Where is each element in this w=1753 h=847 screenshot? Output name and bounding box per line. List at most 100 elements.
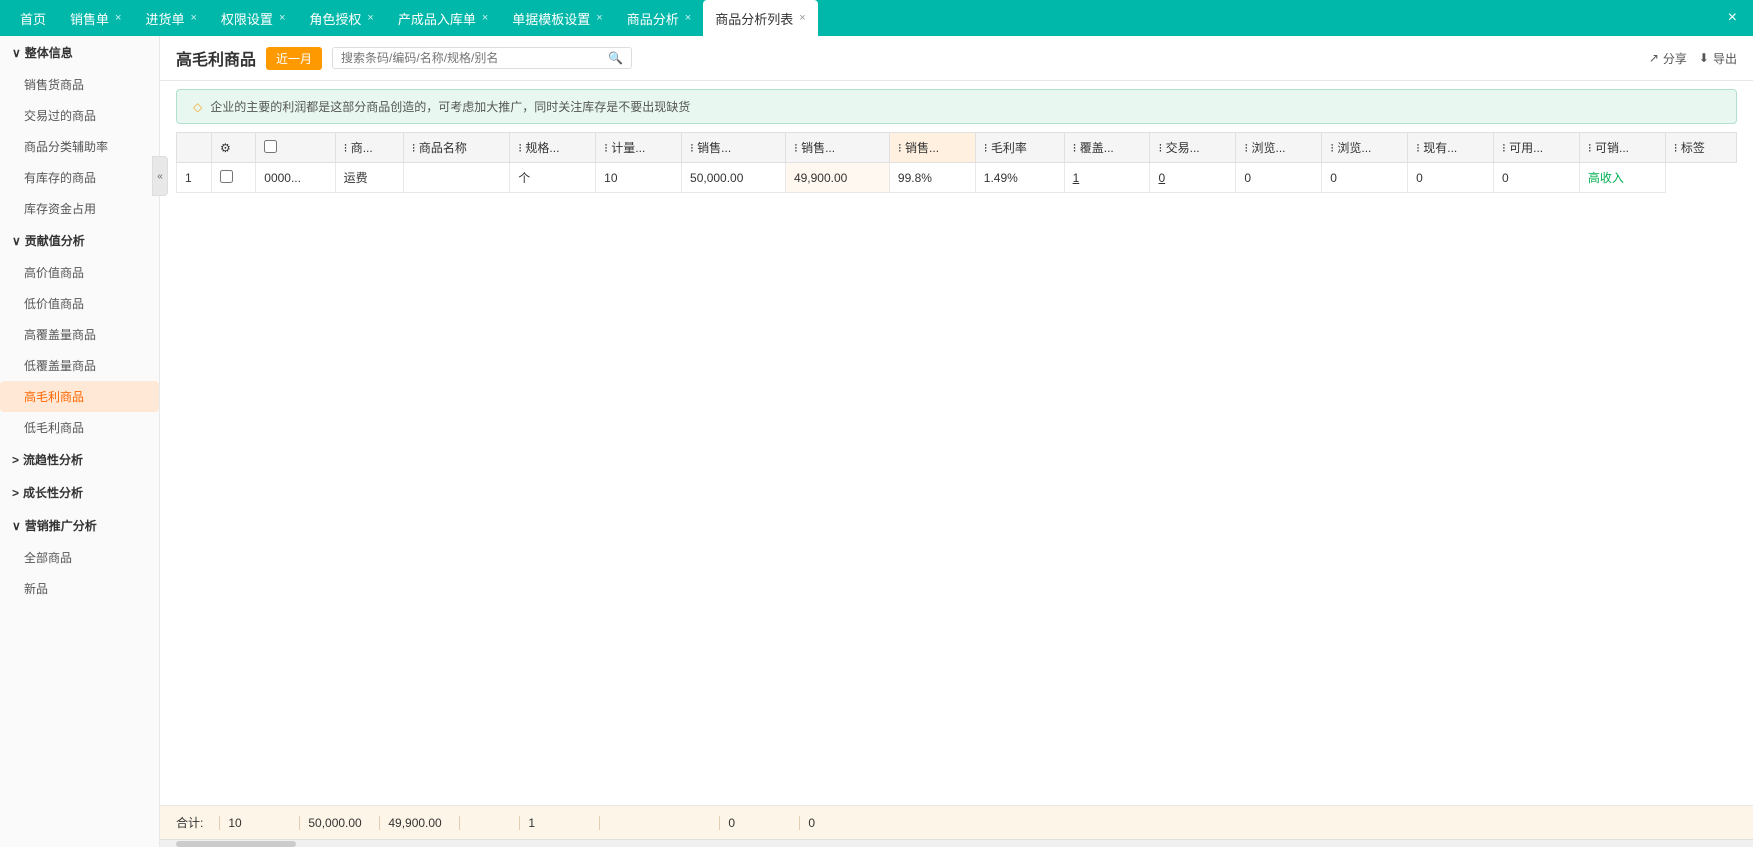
search-input[interactable]	[341, 51, 608, 65]
sidebar-group-label-trend: 流趋性分析	[23, 451, 83, 468]
sidebar-item-analysis-assist[interactable]: 商品分类辅助率	[0, 131, 159, 162]
sidebar-group-overall[interactable]: ∨整体信息	[0, 36, 159, 69]
nav-tab-permission[interactable]: 权限设置×	[209, 0, 297, 36]
data-table-container: ⚙⁝ 商...⁝ 商品名称⁝ 规格...⁝ 计量...⁝ 销售...⁝ 销售..…	[176, 132, 1737, 805]
close-tab-import-button[interactable]: ×	[190, 12, 196, 24]
footer-spacer2	[599, 816, 719, 830]
sidebar-item-traded-goods[interactable]: 交易过的商品	[0, 100, 159, 131]
footer-totals: 合计: 10 50,000.00 49,900.00 1 0 0	[160, 805, 1753, 839]
col-header-coverage[interactable]: ⁝ 覆盖...	[1064, 133, 1150, 163]
cell-transaction[interactable]: 1	[1064, 163, 1150, 193]
sidebar-item-high-value[interactable]: 高价值商品	[0, 257, 159, 288]
nav-tab-role[interactable]: 角色授权×	[297, 0, 385, 36]
footer-available-stock: 0	[799, 816, 879, 830]
cell-available_stock: 0	[1408, 163, 1494, 193]
footer-sales-qty: 10	[219, 816, 299, 830]
sidebar-item-low-value[interactable]: 低价值商品	[0, 288, 159, 319]
close-tab-product-import-button[interactable]: ×	[482, 12, 488, 24]
cell-unit: 个	[510, 163, 596, 193]
sidebar-item-high-margin[interactable]: 高毛利商品	[0, 381, 159, 412]
cell-margin_rate: 99.8%	[889, 163, 975, 193]
col-label-available_stock: ⁝ 可用...	[1502, 141, 1543, 155]
cell-name: 运费	[335, 163, 403, 193]
cell-sales_qty: 10	[596, 163, 682, 193]
footer-label: 合计:	[176, 814, 203, 831]
sidebar-item-new-goods[interactable]: 新品	[0, 573, 159, 604]
sidebar-group-label-overall: 整体信息	[25, 44, 73, 61]
search-icon[interactable]: 🔍	[608, 51, 623, 65]
col-header-sales_profit[interactable]: ⁝ 销售...	[889, 133, 975, 163]
sidebar-group-marketing[interactable]: ∨营销推广分析	[0, 509, 159, 542]
close-tab-template-button[interactable]: ×	[596, 12, 602, 24]
col-header-margin_rate[interactable]: ⁝ 毛利率	[975, 133, 1064, 163]
sidebar-item-low-freq[interactable]: 低覆盖量商品	[0, 350, 159, 381]
col-header-current_stock[interactable]: ⁝ 现有...	[1408, 133, 1494, 163]
row-checkbox[interactable]	[220, 170, 233, 183]
col-header-tag[interactable]: ⁝ 标签	[1665, 133, 1736, 163]
horizontal-scroll-thumb[interactable]	[176, 841, 296, 847]
top-navigation: 首页销售单×进货单×权限设置×角色授权×产成品入库单×单据模板设置×商品分析×商…	[0, 0, 1753, 36]
col-header-transaction[interactable]: ⁝ 交易...	[1150, 133, 1236, 163]
cell-browse2: 0	[1236, 163, 1322, 193]
cell-code: 0000...	[256, 163, 335, 193]
info-banner-text: 企业的主要的利润都是这部分商品创造的，可考虑加大推广，同时关注库存是不要出现缺货	[210, 98, 690, 115]
cell-checkbox[interactable]	[211, 163, 255, 193]
col-header-sales_amount[interactable]: ⁝ 销售...	[785, 133, 889, 163]
sidebar-group-trend[interactable]: >流趋性分析	[0, 443, 159, 476]
cell-link-transaction[interactable]: 1	[1073, 171, 1080, 185]
cell-browse1[interactable]: 0	[1150, 163, 1236, 193]
col-header-checkbox	[256, 133, 335, 163]
sidebar-item-all-goods[interactable]: 全部商品	[0, 542, 159, 573]
sidebar-item-inventory-capital[interactable]: 库存资金占用	[0, 193, 159, 224]
close-tab-analysis-button[interactable]: ×	[685, 12, 691, 24]
share-button[interactable]: ↗ 分享	[1649, 50, 1687, 67]
col-header-code[interactable]: ⁝ 商...	[335, 133, 403, 163]
nav-tab-home[interactable]: 首页	[8, 0, 58, 36]
arrow-icon-financial: ∨	[12, 234, 21, 248]
col-label-margin_rate: ⁝ 毛利率	[984, 141, 1027, 155]
col-header-unit[interactable]: ⁝ 计量...	[596, 133, 682, 163]
col-header-spec[interactable]: ⁝ 规格...	[510, 133, 596, 163]
nav-tab-sales[interactable]: 销售单×	[58, 0, 133, 36]
col-label-sales_profit: ⁝ 销售...	[898, 141, 939, 155]
sidebar-group-growth[interactable]: >成长性分析	[0, 476, 159, 509]
col-header-name[interactable]: ⁝ 商品名称	[403, 133, 510, 163]
close-all-tabs-button[interactable]: ×	[1720, 9, 1745, 27]
col-header-browse1[interactable]: ⁝ 浏览...	[1236, 133, 1322, 163]
nav-tab-product-import[interactable]: 产成品入库单×	[386, 0, 500, 36]
table-row: 10000...运费个1050,000.0049,900.0099.8%1.49…	[177, 163, 1737, 193]
col-header-saleable_stock[interactable]: ⁝ 可销...	[1579, 133, 1665, 163]
col-label-coverage: ⁝ 覆盖...	[1073, 141, 1114, 155]
nav-tab-analysis[interactable]: 商品分析×	[615, 0, 703, 36]
close-tab-permission-button[interactable]: ×	[279, 12, 285, 24]
cell-link-browse1[interactable]: 0	[1158, 171, 1165, 185]
export-button[interactable]: ⬇ 导出	[1699, 50, 1737, 67]
sidebar-item-sales-goods[interactable]: 销售货商品	[0, 69, 159, 100]
col-header-browse2[interactable]: ⁝ 浏览...	[1322, 133, 1408, 163]
col-header-available_stock[interactable]: ⁝ 可用...	[1493, 133, 1579, 163]
arrow-icon-growth: >	[12, 486, 19, 500]
cell-sales_amount: 50,000.00	[682, 163, 786, 193]
sidebar-item-low-margin[interactable]: 低毛利商品	[0, 412, 159, 443]
share-label: 分享	[1663, 50, 1687, 67]
sidebar-item-high-freq[interactable]: 高覆盖量商品	[0, 319, 159, 350]
cell-current_stock: 0	[1322, 163, 1408, 193]
sidebar-group-financial[interactable]: ∨贡献值分析	[0, 224, 159, 257]
close-tab-sales-button[interactable]: ×	[115, 12, 121, 24]
sidebar-item-inventory-goods[interactable]: 有库存的商品	[0, 162, 159, 193]
sidebar: ∨整体信息销售货商品交易过的商品商品分类辅助率有库存的商品库存资金占用∨贡献值分…	[0, 36, 160, 847]
nav-tab-import[interactable]: 进货单×	[133, 0, 208, 36]
col-header-settings[interactable]: ⚙	[211, 133, 255, 163]
col-label-unit: ⁝ 计量...	[604, 141, 645, 155]
sidebar-collapse-button[interactable]: «	[152, 156, 168, 196]
filter-period-button[interactable]: 近一月	[266, 47, 322, 70]
share-icon: ↗	[1649, 51, 1659, 65]
close-tab-role-button[interactable]: ×	[367, 12, 373, 24]
close-tab-analysis-list-button[interactable]: ×	[799, 12, 805, 24]
select-all-checkbox[interactable]	[264, 140, 277, 153]
col-header-sales_qty[interactable]: ⁝ 销售...	[682, 133, 786, 163]
nav-tab-analysis-list[interactable]: 商品分析列表×	[703, 0, 817, 36]
col-label-name: ⁝ 商品名称	[412, 141, 467, 155]
nav-tab-template[interactable]: 单据模板设置×	[500, 0, 614, 36]
footer-sales-amount: 50,000.00	[299, 816, 379, 830]
